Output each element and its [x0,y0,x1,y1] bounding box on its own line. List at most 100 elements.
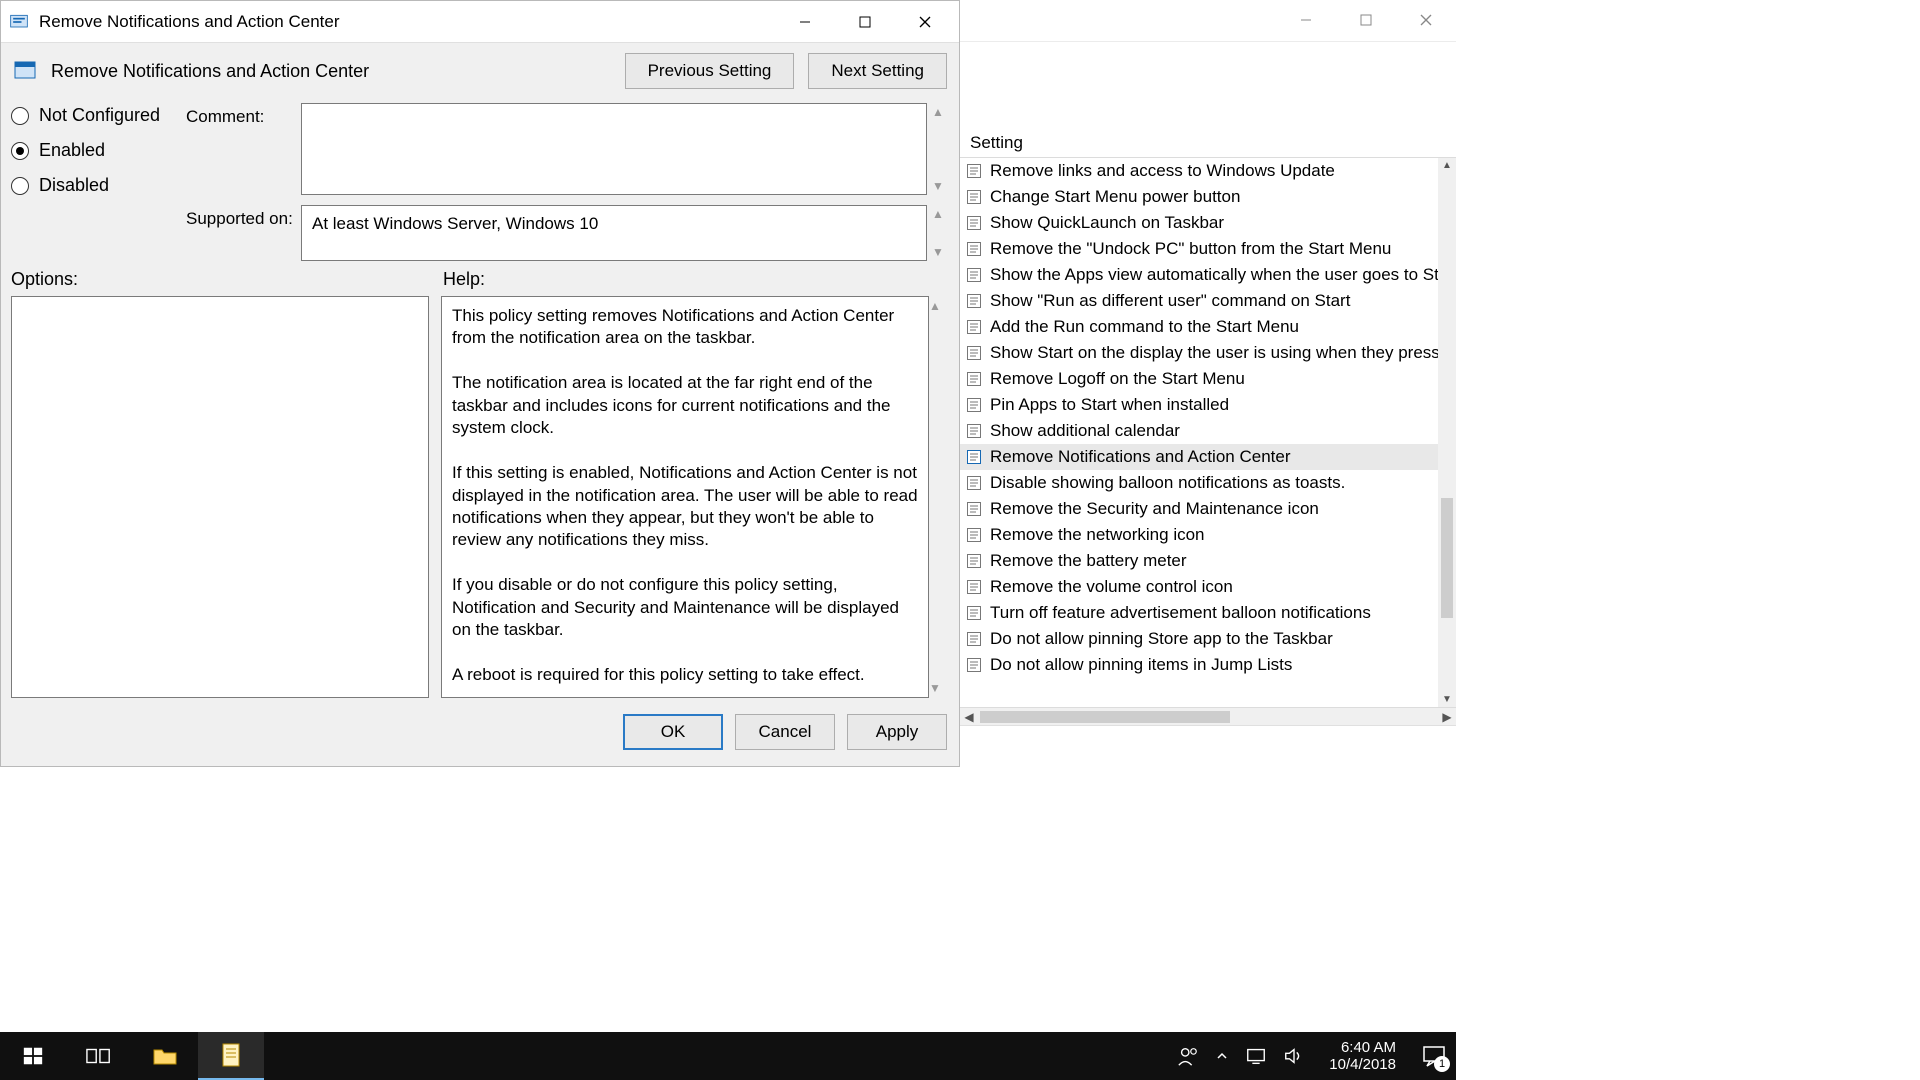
policy-list-item-label: Remove the networking icon [990,525,1205,545]
setting-item-icon [966,657,982,673]
options-box[interactable] [11,296,429,698]
setting-item-icon [966,345,982,361]
radio-disabled[interactable]: Disabled [11,175,186,196]
network-icon[interactable] [1245,1046,1267,1066]
setting-item-icon [966,423,982,439]
cancel-button[interactable]: Cancel [735,714,835,750]
people-icon[interactable] [1177,1045,1199,1067]
titlebar[interactable]: Remove Notifications and Action Center [1,1,959,43]
policy-list-item[interactable]: Show the Apps view automatically when th… [960,262,1456,288]
supported-field: At least Windows Server, Windows 10 [301,205,927,261]
policy-list-item-label: Remove the "Undock PC" button from the S… [990,239,1391,259]
minimize-button[interactable] [775,2,835,42]
setting-item-icon [966,215,982,231]
tray-overflow-icon[interactable] [1215,1049,1229,1063]
policy-list-item[interactable]: Disable showing balloon notifications as… [960,470,1456,496]
setting-name: Remove Notifications and Action Center [51,61,611,82]
comment-field[interactable] [301,103,927,195]
policy-list-item-label: Change Start Menu power button [990,187,1240,207]
chevron-up-icon: ▲ [927,207,949,221]
policy-list-item[interactable]: Show Start on the display the user is us… [960,340,1456,366]
policy-list-item[interactable]: Remove the networking icon [960,522,1456,548]
setting-item-icon [966,579,982,595]
task-view-icon [86,1045,112,1067]
policy-list-item-label: Remove the Security and Maintenance icon [990,499,1319,519]
radio-not-configured[interactable]: Not Configured [11,105,186,126]
gpedit-taskbar-button[interactable] [198,1032,264,1080]
volume-icon[interactable] [1283,1046,1305,1066]
setting-item-icon [966,553,982,569]
next-setting-button[interactable]: Next Setting [808,53,947,89]
close-button[interactable] [895,2,955,42]
radio-label: Enabled [39,140,105,161]
notepad-icon [220,1042,242,1068]
policy-list-item[interactable]: Show QuickLaunch on Taskbar [960,210,1456,236]
setting-icon [13,59,37,83]
help-scroll[interactable]: ▲▼ [929,296,949,698]
apply-button[interactable]: Apply [847,714,947,750]
policy-list-item[interactable]: Remove links and access to Windows Updat… [960,158,1456,184]
policy-list-item[interactable]: Change Start Menu power button [960,184,1456,210]
comment-scroll[interactable]: ▲▼ [927,103,949,195]
list-vscrollbar[interactable]: ▲ ▼ [1438,158,1456,707]
policy-list-item[interactable]: Remove Logoff on the Start Menu [960,366,1456,392]
policy-list-item[interactable]: Do not allow pinning Store app to the Ta… [960,626,1456,652]
policy-list[interactable]: Remove links and access to Windows Updat… [960,158,1456,707]
policy-list-item[interactable]: Remove the battery meter [960,548,1456,574]
date-text: 10/4/2018 [1329,1056,1396,1073]
previous-setting-button[interactable]: Previous Setting [625,53,795,89]
policy-list-item[interactable]: Pin Apps to Start when installed [960,392,1456,418]
help-text[interactable]: This policy setting removes Notification… [441,296,929,698]
chevron-down-icon: ▼ [927,245,949,259]
start-button[interactable] [0,1032,66,1080]
setting-item-icon [966,397,982,413]
list-header[interactable]: Setting [960,42,1456,158]
chevron-up-icon: ▲ [1442,160,1452,171]
policy-list-item-label: Disable showing balloon notifications as… [990,473,1345,493]
file-explorer-button[interactable] [132,1032,198,1080]
supported-label: Supported on: [186,205,301,229]
setting-item-icon [966,163,982,179]
setting-item-icon [966,319,982,335]
scroll-thumb[interactable] [980,711,1230,723]
maximize-button[interactable] [835,2,895,42]
policy-list-item-label: Show the Apps view automatically when th… [990,265,1456,285]
policy-list-item-label: Remove the battery meter [990,551,1187,571]
policy-list-item[interactable]: Remove Notifications and Action Center [960,444,1456,470]
bg-minimize-button[interactable] [1276,0,1336,40]
taskbar[interactable]: 6:40 AM 10/4/2018 1 [0,1032,1456,1080]
policy-list-item[interactable]: Remove the volume control icon [960,574,1456,600]
policy-list-item[interactable]: Add the Run command to the Start Menu [960,314,1456,340]
time-text: 6:40 AM [1329,1039,1396,1056]
column-header-setting[interactable]: Setting [960,129,1033,157]
clock[interactable]: 6:40 AM 10/4/2018 [1321,1039,1404,1074]
folder-icon [152,1045,178,1067]
window-title: Remove Notifications and Action Center [39,12,775,32]
comment-label: Comment: [186,103,301,127]
scroll-thumb[interactable] [1441,498,1453,618]
setting-item-icon [966,267,982,283]
radio-label: Not Configured [39,105,160,126]
radio-enabled[interactable]: Enabled [11,140,186,161]
policy-list-item[interactable]: Do not allow pinning items in Jump Lists [960,652,1456,678]
policy-list-item[interactable]: Turn off feature advertisement balloon n… [960,600,1456,626]
setting-item-icon [966,475,982,491]
policy-list-item[interactable]: Remove the "Undock PC" button from the S… [960,236,1456,262]
policy-list-item-label: Show additional calendar [990,421,1180,441]
task-view-button[interactable] [66,1032,132,1080]
policy-list-item-label: Remove the volume control icon [990,577,1233,597]
policy-list-item[interactable]: Remove the Security and Maintenance icon [960,496,1456,522]
policy-list-item[interactable]: Show "Run as different user" command on … [960,288,1456,314]
chevron-up-icon: ▲ [929,299,949,313]
policy-list-item-label: Pin Apps to Start when installed [990,395,1229,415]
options-label: Options: [11,269,429,290]
policy-list-item[interactable]: Show additional calendar [960,418,1456,444]
action-center-button[interactable]: 1 [1420,1042,1448,1070]
bg-maximize-button[interactable] [1336,0,1396,40]
chevron-up-icon: ▲ [927,105,949,119]
chevron-right-icon: ▶ [1438,710,1456,724]
supported-scroll[interactable]: ▲▼ [927,205,949,261]
list-hscrollbar[interactable]: ◀ ▶ [960,707,1456,725]
ok-button[interactable]: OK [623,714,723,750]
bg-close-button[interactable] [1396,0,1456,40]
